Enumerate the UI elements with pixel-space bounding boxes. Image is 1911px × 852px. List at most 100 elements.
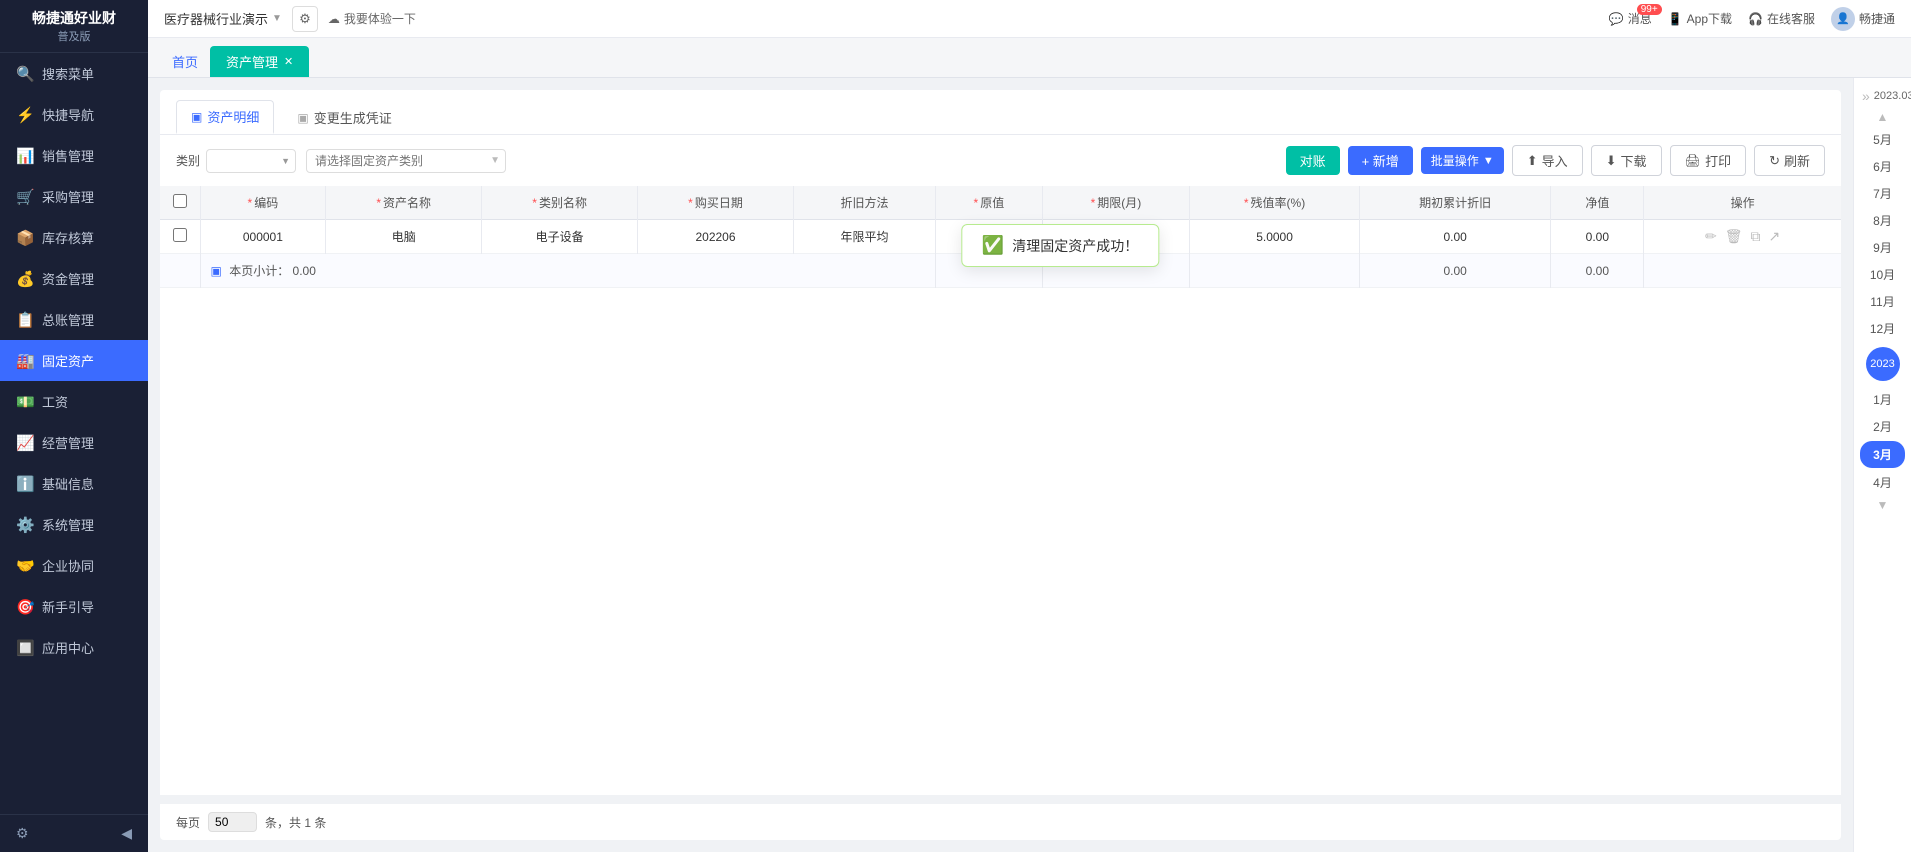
reconcile-button[interactable]: 对账 xyxy=(1286,146,1340,175)
sidebar-item-collab[interactable]: 🤝 企业协同 xyxy=(0,545,148,586)
sidebar-item-sales[interactable]: 📊 销售管理 xyxy=(0,135,148,176)
message-button[interactable]: 💬 消息 99+ xyxy=(1609,10,1652,27)
edit-icon[interactable]: ✏ xyxy=(1705,228,1717,245)
cal-month-11[interactable]: 11月 xyxy=(1854,288,1911,315)
gear-button[interactable]: ⚙ xyxy=(292,6,318,32)
sidebar-item-finance[interactable]: 💰 资金管理 xyxy=(0,258,148,299)
cal-month-7[interactable]: 7月 xyxy=(1854,180,1911,207)
cloud-icon: ☁ xyxy=(328,12,340,26)
sidebar-item-label: 销售管理 xyxy=(42,146,94,165)
sidebar-item-basic-info[interactable]: ℹ️ 基础信息 xyxy=(0,463,148,504)
sidebar-nav: 🔍 搜索菜单 ⚡ 快捷导航 📊 销售管理 🛒 采购管理 📦 库存核算 💰 资金管… xyxy=(0,53,148,814)
calendar-up-button[interactable]: ▲ xyxy=(1877,108,1889,126)
sub-tab-asset-detail[interactable]: ▣ 资产明细 xyxy=(176,100,274,134)
quicknav-icon: ⚡ xyxy=(16,106,34,124)
sidebar-item-inventory[interactable]: 📦 库存核算 xyxy=(0,217,148,258)
app-download-button[interactable]: 📱 App下载 xyxy=(1668,10,1732,27)
service-icon: 🎧 xyxy=(1748,12,1763,26)
copy-icon[interactable]: ⧉ xyxy=(1750,228,1760,245)
download-label: 下载 xyxy=(1621,151,1647,170)
message-icon: 💬 xyxy=(1609,12,1624,26)
basic-info-icon: ℹ️ xyxy=(16,475,34,493)
download-button[interactable]: ⬇ 下载 xyxy=(1591,145,1662,176)
sidebar: 畅捷通好业财 普及版 🔍 搜索菜单 ⚡ 快捷导航 📊 销售管理 🛒 采购管理 📦… xyxy=(0,0,148,852)
top-header: 医疗器械行业演示 ▼ ⚙ ☁ 我要体验一下 💬 消息 99+ 📱 App下载 🎧… xyxy=(148,0,1911,38)
cal-month-2[interactable]: 2月 xyxy=(1854,413,1911,440)
tab-bar: 首页 资产管理 ✕ xyxy=(148,38,1911,78)
user-name: 畅捷通 xyxy=(1859,10,1895,27)
sidebar-item-label: 搜索菜单 xyxy=(42,64,94,83)
batch-button[interactable]: 批量操作 ▼ xyxy=(1421,147,1504,174)
more-icon[interactable]: ↗ xyxy=(1768,228,1780,245)
sidebar-logo: 畅捷通好业财 普及版 xyxy=(0,0,148,53)
delete-icon[interactable]: 🗑 xyxy=(1725,228,1743,245)
subtotal-net: 0.00 xyxy=(1551,254,1644,288)
import-label: 导入 xyxy=(1542,151,1568,170)
select-all-checkbox[interactable] xyxy=(173,194,187,208)
new-button[interactable]: + 新增 xyxy=(1348,146,1413,175)
bottom-scrollbar[interactable] xyxy=(160,795,1841,803)
settings-icon[interactable]: ⚙ xyxy=(16,825,29,842)
sidebar-item-operations[interactable]: 📈 经营管理 xyxy=(0,422,148,463)
toolbar-right: 对账 + 新增 批量操作 ▼ ⬆ 导入 ⬇ 下载 xyxy=(1286,145,1825,176)
col-net-value: 净值 xyxy=(1551,186,1644,220)
year-badge[interactable]: 2023 xyxy=(1866,347,1900,381)
cal-month-6[interactable]: 6月 xyxy=(1854,153,1911,180)
cal-header-row: » 2023.03 xyxy=(1854,84,1911,108)
sub-tab-change-voucher[interactable]: ▣ 变更生成凭证 xyxy=(282,100,406,134)
sidebar-item-guide[interactable]: 🎯 新手引导 xyxy=(0,586,148,627)
cal-month-8[interactable]: 8月 xyxy=(1854,207,1911,234)
calendar-collapse-button[interactable]: » xyxy=(1858,86,1874,106)
sidebar-item-fixed-assets[interactable]: 🏭 固定资产 xyxy=(0,340,148,381)
per-page-select[interactable]: 50 100 xyxy=(208,812,257,832)
system-icon: ⚙️ xyxy=(16,516,34,534)
experience-label: 我要体验一下 xyxy=(344,10,416,27)
inventory-icon: 📦 xyxy=(16,229,34,247)
category-filter-input[interactable] xyxy=(306,149,506,173)
sidebar-item-purchase[interactable]: 🛒 采购管理 xyxy=(0,176,148,217)
cell-residual-rate: 5.0000 xyxy=(1190,220,1360,254)
collapse-icon[interactable]: ◀ xyxy=(121,825,132,842)
tab-home[interactable]: 首页 xyxy=(164,46,206,77)
close-tab-icon[interactable]: ✕ xyxy=(284,55,293,68)
sidebar-bottom: ⚙ ◀ xyxy=(0,814,148,852)
cal-month-9[interactable]: 9月 xyxy=(1854,234,1911,261)
sidebar-item-system[interactable]: ⚙️ 系统管理 xyxy=(0,504,148,545)
col-code: *编码 xyxy=(200,186,326,220)
tab-asset-management[interactable]: 资产管理 ✕ xyxy=(210,46,309,77)
company-selector[interactable]: 医疗器械行业演示 ▼ xyxy=(164,9,282,28)
change-voucher-icon: ▣ xyxy=(297,111,308,125)
calendar-panel: » 2023.03 ▲ 5月 6月 7月 8月 9月 10月 11月 12月 2… xyxy=(1853,78,1911,852)
sidebar-item-payroll[interactable]: 💵 工资 xyxy=(0,381,148,422)
cell-net-value: 0.00 xyxy=(1551,220,1644,254)
cell-acc-dep: 0.00 xyxy=(1359,220,1551,254)
print-button[interactable]: 🖨 打印 xyxy=(1670,145,1747,176)
refresh-button[interactable]: ↻ 刷新 xyxy=(1754,145,1825,176)
sidebar-item-quicknav[interactable]: ⚡ 快捷导航 xyxy=(0,94,148,135)
cal-month-12[interactable]: 12月 xyxy=(1854,315,1911,342)
cal-month-4[interactable]: 4月 xyxy=(1854,469,1911,496)
page-area: ▣ 资产明细 ▣ 变更生成凭证 类别 xyxy=(148,78,1911,852)
import-icon: ⬆ xyxy=(1527,153,1538,169)
pagination-bar: 每页 50 100 条，共 1 条 xyxy=(160,803,1841,840)
subtotal-depreciation: 0.00 xyxy=(1359,254,1551,288)
online-service-button[interactable]: 🎧 在线客服 xyxy=(1748,10,1815,27)
toolbar: 类别 ▼ 对账 xyxy=(160,135,1841,186)
experience-button[interactable]: ☁ 我要体验一下 xyxy=(328,10,416,27)
sidebar-item-ledger[interactable]: 📋 总账管理 xyxy=(0,299,148,340)
app-edition: 普及版 xyxy=(58,28,91,44)
user-menu[interactable]: 👤 畅捷通 xyxy=(1831,7,1895,31)
category-select[interactable] xyxy=(206,149,296,173)
cell-code: 000001 xyxy=(200,220,326,254)
import-button[interactable]: ⬆ 导入 xyxy=(1512,145,1583,176)
row-checkbox[interactable] xyxy=(173,228,187,242)
download-icon: ⬇ xyxy=(1606,153,1617,169)
sidebar-item-search[interactable]: 🔍 搜索菜单 xyxy=(0,53,148,94)
sidebar-item-label: 应用中心 xyxy=(42,638,94,657)
cal-month-5[interactable]: 5月 xyxy=(1854,126,1911,153)
calendar-down-button[interactable]: ▼ xyxy=(1877,496,1889,514)
cal-month-10[interactable]: 10月 xyxy=(1854,261,1911,288)
cal-month-3-active[interactable]: 3月 xyxy=(1860,441,1905,468)
sidebar-item-app-center[interactable]: 🔲 应用中心 xyxy=(0,627,148,668)
cal-month-1[interactable]: 1月 xyxy=(1854,386,1911,413)
